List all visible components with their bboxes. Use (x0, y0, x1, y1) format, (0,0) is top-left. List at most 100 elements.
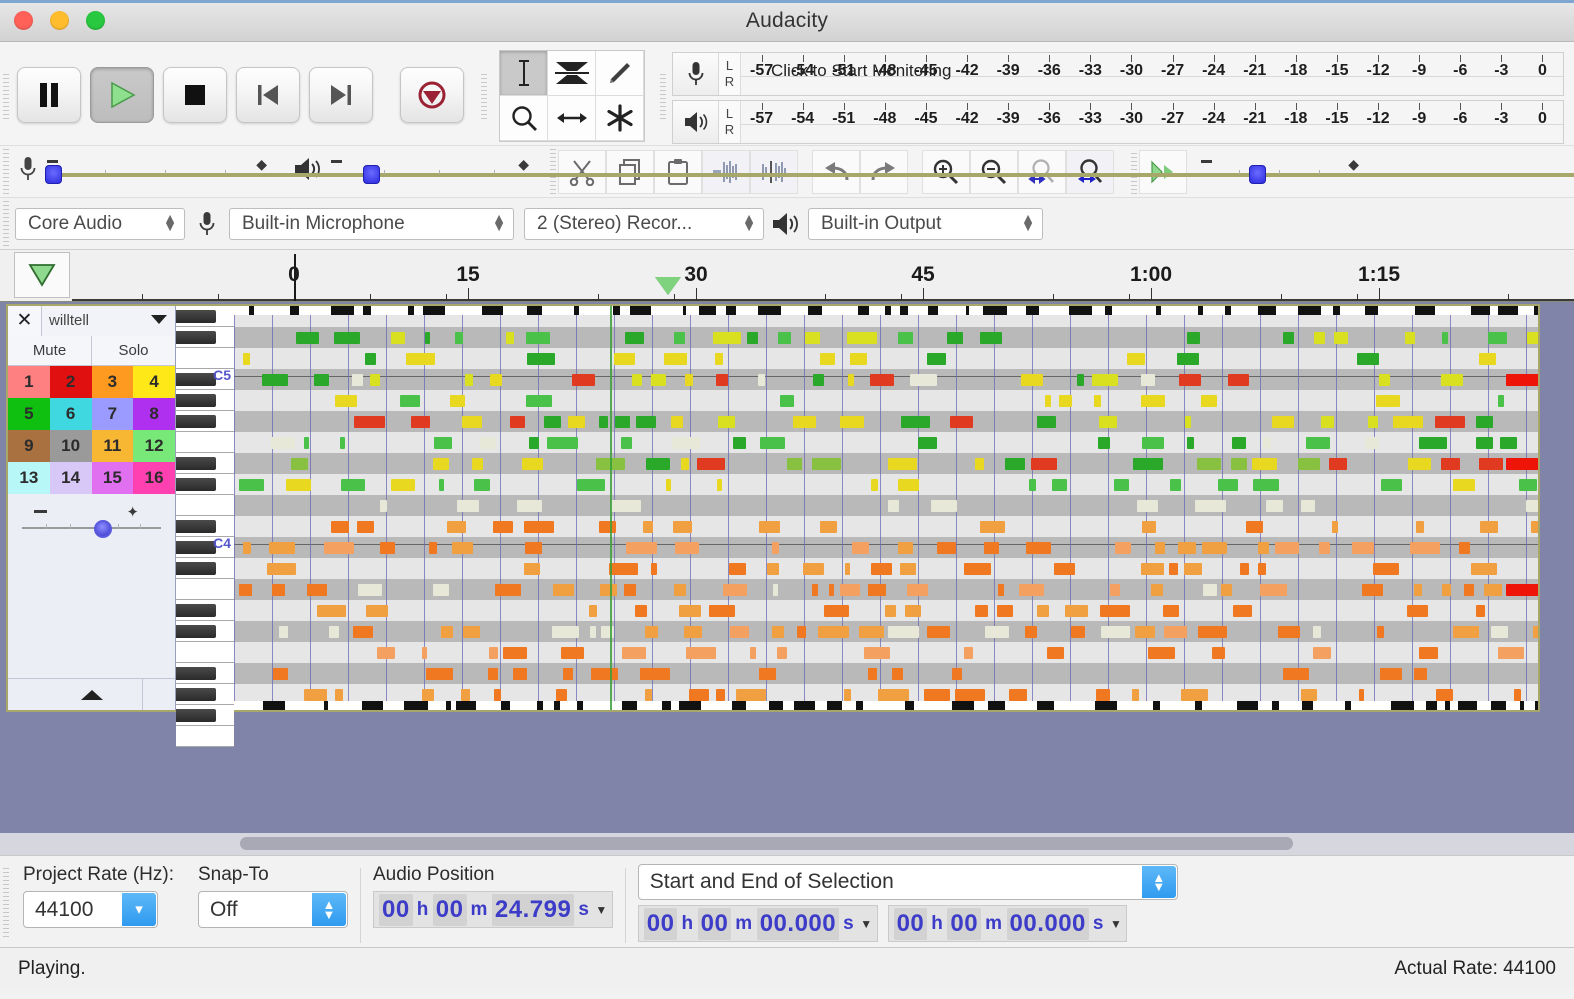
midi-note[interactable] (526, 395, 552, 407)
midi-note[interactable] (615, 416, 630, 428)
midi-note[interactable] (900, 563, 917, 575)
midi-note[interactable] (672, 437, 700, 449)
midi-note[interactable] (1527, 332, 1538, 344)
midi-note[interactable] (666, 479, 671, 491)
midi-note[interactable] (723, 584, 747, 596)
midi-note[interactable] (1142, 437, 1165, 449)
midi-note[interactable] (335, 689, 342, 701)
midi-note[interactable] (1233, 605, 1252, 617)
midi-note[interactable] (296, 332, 319, 344)
recording-device-select[interactable]: Built-in Microphone ▲▼ (229, 208, 514, 240)
midi-note[interactable] (772, 542, 779, 554)
midi-note[interactable] (1246, 521, 1263, 533)
midi-note[interactable] (1471, 563, 1497, 575)
midi-note[interactable] (506, 332, 513, 344)
play-button[interactable] (90, 67, 154, 123)
midi-note[interactable] (1170, 479, 1181, 491)
midi-note[interactable] (463, 626, 479, 638)
traffic-light-buttons[interactable] (14, 11, 105, 30)
playback-device-select[interactable]: Built-in Output ▲▼ (808, 208, 1043, 240)
midi-note[interactable] (1141, 563, 1164, 575)
midi-note[interactable] (590, 626, 596, 638)
midi-note[interactable] (601, 626, 614, 638)
piano-white-key[interactable] (176, 432, 234, 453)
midi-note[interactable] (1096, 689, 1110, 701)
midi-note[interactable] (1332, 521, 1338, 533)
midi-note[interactable] (736, 689, 766, 701)
midi-note[interactable] (651, 563, 658, 575)
midi-note[interactable] (1201, 395, 1217, 407)
midi-note[interactable] (1037, 605, 1048, 617)
midi-note[interactable] (1148, 647, 1175, 659)
midi-note[interactable] (286, 479, 311, 491)
midi-note[interactable] (621, 437, 632, 449)
midi-note[interactable] (1163, 605, 1179, 617)
redo-button[interactable] (860, 150, 908, 194)
midi-note[interactable] (1071, 626, 1086, 638)
copy-button[interactable] (606, 150, 654, 194)
midi-note[interactable] (1329, 458, 1347, 470)
playback-volume-knob[interactable] (363, 165, 380, 184)
snap-to-stepper-icon[interactable]: ▲▼ (312, 893, 346, 926)
recording-channels-select[interactable]: 2 (Stereo) Recor... ▲▼ (524, 208, 764, 240)
play-meter-speaker-icon[interactable] (673, 101, 719, 143)
piano-black-key[interactable] (176, 709, 216, 722)
midi-channel-button-2[interactable]: 2 (50, 366, 92, 398)
midi-note[interactable] (563, 668, 573, 680)
midi-note[interactable] (952, 668, 962, 680)
midi-note[interactable] (1184, 563, 1202, 575)
midi-note[interactable] (465, 374, 473, 386)
midi-note[interactable] (1441, 458, 1461, 470)
midi-note[interactable] (931, 500, 957, 512)
cut-button[interactable] (558, 150, 606, 194)
midi-note[interactable] (239, 479, 264, 491)
midi-note[interactable] (697, 458, 725, 470)
midi-note[interactable] (1141, 395, 1165, 407)
timeshift-tool[interactable] (548, 96, 596, 141)
midi-note[interactable] (307, 584, 327, 596)
piano-keyboard[interactable]: C5C4 (176, 306, 234, 710)
play-position-marker[interactable] (655, 277, 681, 295)
midi-channel-button-14[interactable]: 14 (50, 462, 92, 494)
midi-note[interactable] (985, 626, 1009, 638)
midi-note[interactable] (1500, 437, 1517, 449)
midi-note[interactable] (1221, 584, 1232, 596)
midi-note[interactable] (1203, 584, 1217, 596)
midi-note[interactable] (317, 605, 346, 617)
midi-note[interactable] (457, 500, 480, 512)
midi-note[interactable] (1054, 563, 1075, 575)
edit-toolbar-grip[interactable] (547, 146, 558, 197)
midi-note[interactable] (304, 689, 328, 701)
midi-note[interactable] (898, 542, 913, 554)
midi-note[interactable] (1380, 668, 1402, 680)
midi-note[interactable] (964, 647, 973, 659)
record-meter-toolbar[interactable]: L R -57-54-51-48-45-42-39-36-33-30-27-24… (672, 52, 1564, 96)
midi-note[interactable] (462, 416, 483, 428)
play-speed-knob[interactable] (1249, 165, 1266, 184)
midi-note[interactable] (1169, 563, 1178, 575)
midi-note[interactable] (1442, 332, 1448, 344)
midi-note[interactable] (494, 689, 500, 701)
midi-note[interactable] (341, 479, 365, 491)
midi-channel-button-16[interactable]: 16 (133, 462, 175, 494)
skip-to-end-button[interactable] (309, 67, 373, 123)
midi-note[interactable] (488, 668, 498, 680)
midi-note[interactable] (674, 332, 685, 344)
midi-note[interactable] (685, 374, 693, 386)
midi-note[interactable] (964, 563, 991, 575)
midi-note[interactable] (489, 647, 498, 659)
midi-note[interactable] (1484, 584, 1502, 596)
midi-note[interactable] (673, 521, 693, 533)
midi-note[interactable] (684, 626, 702, 638)
record-meter-bar[interactable]: -57-54-51-48-45-42-39-36-33-30-27-24-21-… (741, 53, 1563, 95)
midi-note[interactable] (1476, 605, 1485, 617)
midi-note[interactable] (1135, 626, 1155, 638)
stop-button[interactable] (163, 67, 227, 123)
midi-note[interactable] (686, 647, 716, 659)
midi-note[interactable] (524, 563, 539, 575)
midi-note[interactable] (614, 353, 634, 365)
midi-note[interactable] (1045, 395, 1051, 407)
midi-note[interactable] (380, 500, 387, 512)
midi-note[interactable] (377, 647, 394, 659)
meter-toolbar-grip[interactable] (657, 48, 668, 145)
